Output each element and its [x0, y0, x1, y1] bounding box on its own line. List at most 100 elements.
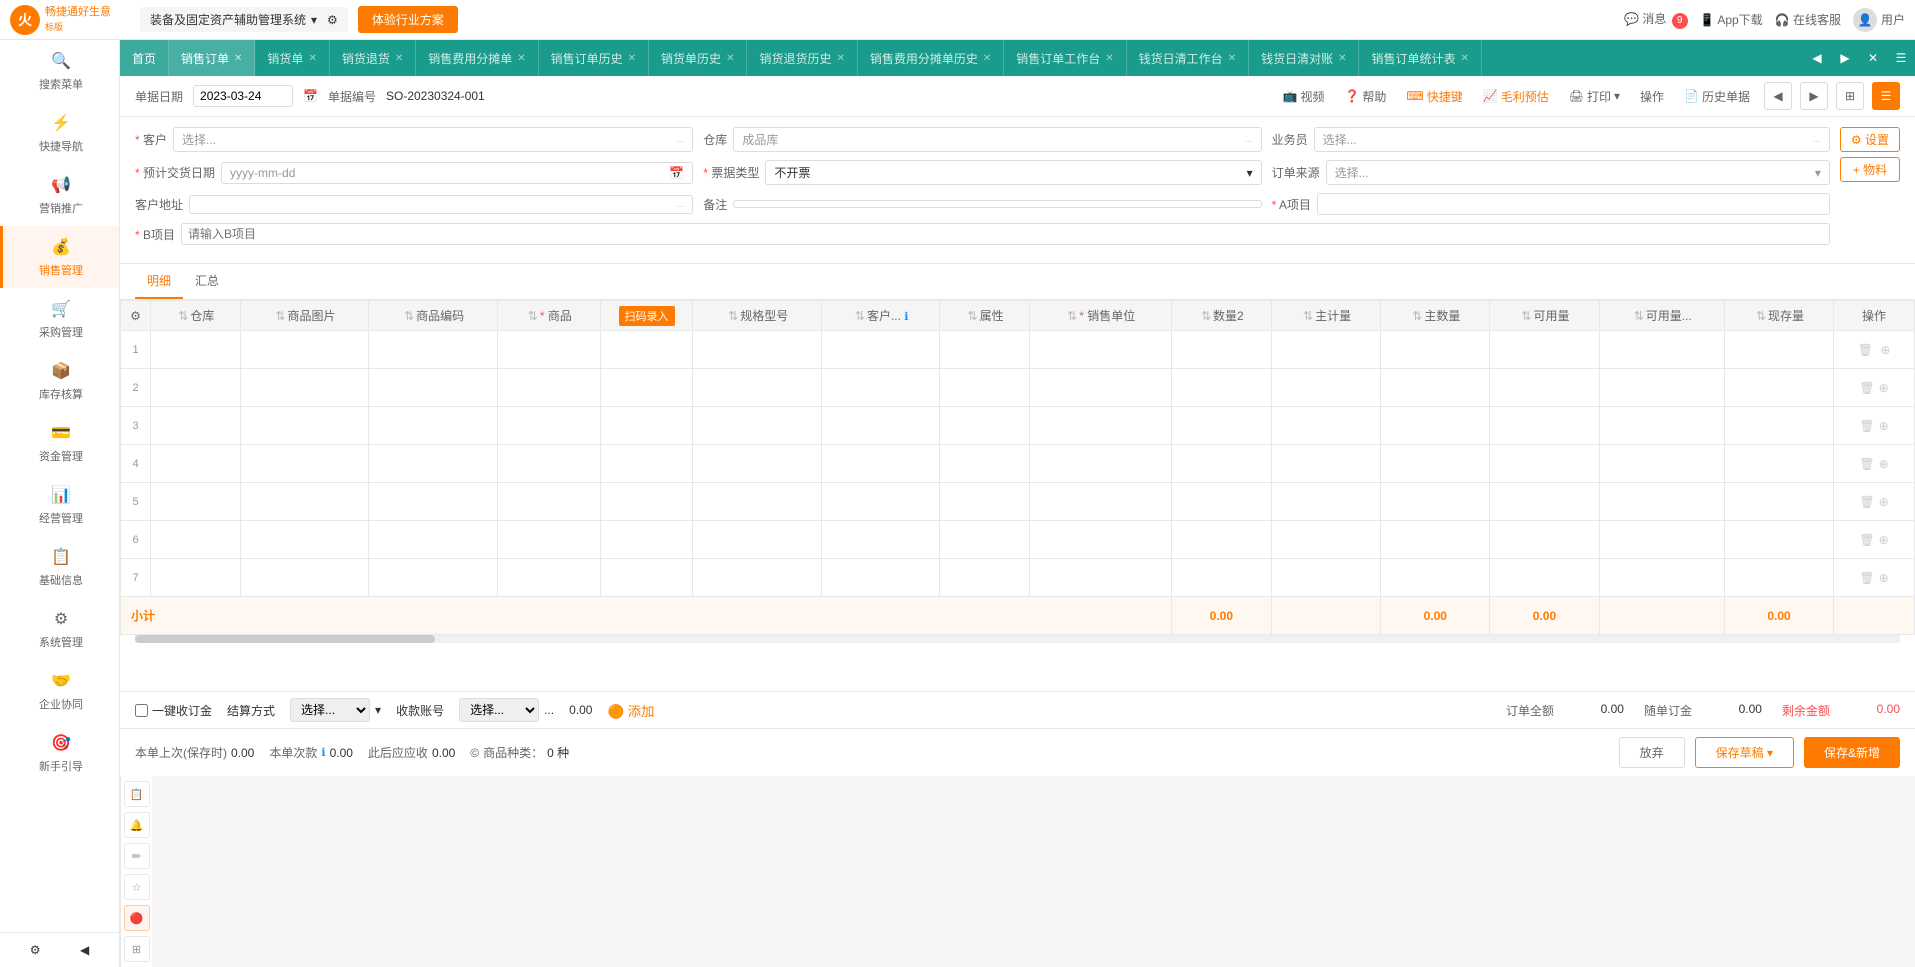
cell-code-1[interactable]	[369, 331, 498, 369]
add-payment-btn[interactable]: 🟠 添加	[607, 701, 654, 720]
horizontal-scrollbar[interactable]	[135, 635, 1900, 643]
cell-img-1[interactable]	[240, 331, 369, 369]
delivery-date-input[interactable]: yyyy-mm-dd 📅	[221, 162, 693, 184]
project-b-input[interactable]	[181, 223, 1830, 245]
tab-reconcile[interactable]: 钱货日清对账 ✕	[1249, 40, 1359, 76]
cell-product-1[interactable]	[498, 331, 601, 369]
sub-tab-detail[interactable]: 明细	[135, 264, 183, 299]
th-main-qty[interactable]: ⇅主数量	[1381, 301, 1490, 331]
tab-prev-btn[interactable]: ◀	[1803, 40, 1831, 76]
operation-btn[interactable]: 操作	[1634, 86, 1670, 107]
payment-method-select[interactable]: 选择...	[290, 698, 370, 722]
app-download-link[interactable]: 📱 App下载	[1700, 11, 1763, 28]
tab-daily-workbench[interactable]: 钱货日清工作台 ✕	[1127, 40, 1249, 76]
cell-main-qty-1[interactable]	[1381, 331, 1490, 369]
sidebar-settings-icon[interactable]: ⚙	[30, 943, 41, 957]
cell-stock-1[interactable]	[1724, 331, 1833, 369]
th-scan[interactable]: 扫码录入	[600, 301, 693, 331]
settings-btn[interactable]: ⚙ 设置	[1840, 127, 1900, 152]
sidebar-item-search[interactable]: 🔍 搜索菜单	[0, 40, 119, 102]
checkout-checkbox[interactable]	[135, 704, 148, 717]
tab-close-icon[interactable]: ✕	[1105, 53, 1113, 64]
discard-button[interactable]: 放弃	[1619, 737, 1685, 768]
settings-icon[interactable]: ⚙	[327, 13, 338, 27]
system-title[interactable]: 装备及固定资产辅助管理系统 ▾ ⚙	[140, 7, 348, 32]
th-sales-unit[interactable]: ⇅销售单位	[1029, 301, 1171, 331]
sub-tab-summary[interactable]: 汇总	[183, 264, 231, 299]
th-setting[interactable]: ⚙	[121, 301, 151, 331]
tab-close-icon[interactable]: ✕	[628, 53, 636, 64]
cell-qty2-1[interactable]	[1171, 331, 1271, 369]
user-avatar[interactable]: 👤 用户	[1853, 8, 1905, 32]
cell-attr-1[interactable]	[940, 331, 1030, 369]
sidebar-item-guide[interactable]: 🎯 新手引导	[0, 722, 119, 784]
save-draft-button[interactable]: 保存草稿 ▾	[1695, 737, 1794, 768]
online-service-link[interactable]: 🎧 在线客服	[1775, 11, 1841, 28]
warehouse-input[interactable]: 成品库 ...	[733, 127, 1261, 152]
customer-input[interactable]: 选择... ...	[173, 127, 693, 152]
delete-icon-1[interactable]: 🗑	[1858, 343, 1873, 357]
sidebar-collapse-icon[interactable]: ◀	[80, 943, 89, 957]
project-a-input[interactable]	[1317, 193, 1830, 215]
sidebar-item-basic-info[interactable]: 📋 基础信息	[0, 536, 119, 598]
print-btn[interactable]: 🖨 打印 ▾	[1563, 86, 1626, 107]
sidebar-item-system[interactable]: ⚙ 系统管理	[0, 598, 119, 660]
tab-close-icon[interactable]: ✕	[395, 53, 403, 64]
tab-sales-order[interactable]: 销售订单 ✕	[169, 40, 255, 76]
grid-view-btn[interactable]: ⊞	[1836, 82, 1864, 110]
sidebar-item-enterprise[interactable]: 🤝 企业协同	[0, 660, 119, 722]
right-panel-btn-1[interactable]: 📋	[124, 781, 150, 807]
th-quantity2[interactable]: ⇅数量2	[1171, 301, 1271, 331]
remark-input[interactable]	[733, 200, 1261, 208]
cell-warehouse-1[interactable]	[151, 331, 241, 369]
sidebar-item-management[interactable]: 📊 经营管理	[0, 474, 119, 536]
tab-return-history[interactable]: 销货退货历史 ✕	[747, 40, 857, 76]
tab-close-all-btn[interactable]: ✕	[1859, 40, 1887, 76]
invoice-type-select[interactable]: 不开票 ▾	[765, 160, 1261, 185]
right-panel-btn-4[interactable]: ☆	[124, 874, 150, 900]
solution-button[interactable]: 体验行业方案	[358, 6, 458, 33]
prev-record-btn[interactable]: ◀	[1764, 82, 1792, 110]
sidebar-item-finance[interactable]: 💳 资金管理	[0, 412, 119, 474]
tab-close-icon[interactable]: ✕	[517, 53, 525, 64]
save-draft-dropdown-icon[interactable]: ▾	[1767, 746, 1773, 760]
save-new-button[interactable]: 保存&新增	[1804, 737, 1900, 768]
tab-invoice-history[interactable]: 销货单历史 ✕	[649, 40, 747, 76]
tab-close-icon[interactable]: ✕	[836, 53, 844, 64]
material-btn[interactable]: + 物料	[1840, 157, 1900, 182]
profit-btn[interactable]: 📈 毛利预估	[1477, 86, 1555, 107]
th-product-img[interactable]: ⇅商品图片	[240, 301, 369, 331]
tab-statistics[interactable]: 销售订单统计表 ✕	[1359, 40, 1481, 76]
next-record-btn[interactable]: ▶	[1800, 82, 1828, 110]
tab-close-icon[interactable]: ✕	[1461, 53, 1469, 64]
calendar-icon[interactable]: 📅	[303, 89, 318, 103]
copy-icon-1[interactable]: ⊕	[1880, 343, 1890, 357]
th-spec[interactable]: ⇅规格型号	[693, 301, 822, 331]
cell-avail-1[interactable]	[1490, 331, 1599, 369]
tab-close-icon[interactable]: ✕	[983, 53, 991, 64]
cell-main-unit-1[interactable]	[1272, 331, 1381, 369]
tab-close-icon[interactable]: ✕	[308, 53, 316, 64]
tab-workbench[interactable]: 销售订单工作台 ✕	[1004, 40, 1126, 76]
sidebar-item-purchase[interactable]: 🛒 采购管理	[0, 288, 119, 350]
cell-avail2-1[interactable]	[1599, 331, 1724, 369]
tab-close-icon[interactable]: ✕	[1338, 53, 1346, 64]
view-btn[interactable]: 📺 视频	[1276, 86, 1330, 107]
tab-home[interactable]: 首页	[120, 40, 169, 76]
cell-spec-1[interactable]	[693, 331, 822, 369]
th-warehouse[interactable]: ⇅仓库	[151, 301, 241, 331]
scrollbar-thumb[interactable]	[135, 635, 435, 643]
help-btn[interactable]: ❓ 帮助	[1338, 86, 1392, 107]
date-input[interactable]	[193, 85, 293, 107]
message-icon[interactable]: 💬 消息 9	[1624, 10, 1688, 29]
th-available2[interactable]: ⇅可用量...	[1599, 301, 1724, 331]
th-stock[interactable]: ⇅现存量	[1724, 301, 1833, 331]
th-product-code[interactable]: ⇅商品编码	[369, 301, 498, 331]
tab-close-icon[interactable]: ✕	[726, 53, 734, 64]
tab-menu-btn[interactable]: ☰	[1887, 40, 1915, 76]
one-key-checkout-checkbox[interactable]: 一键收订金	[135, 702, 212, 719]
tab-expense-history[interactable]: 销售费用分摊单历史 ✕	[858, 40, 1004, 76]
tab-sales-return[interactable]: 销货退货 ✕	[330, 40, 416, 76]
cell-unit-1[interactable]	[1029, 331, 1171, 369]
tab-close-icon[interactable]: ✕	[234, 53, 242, 64]
